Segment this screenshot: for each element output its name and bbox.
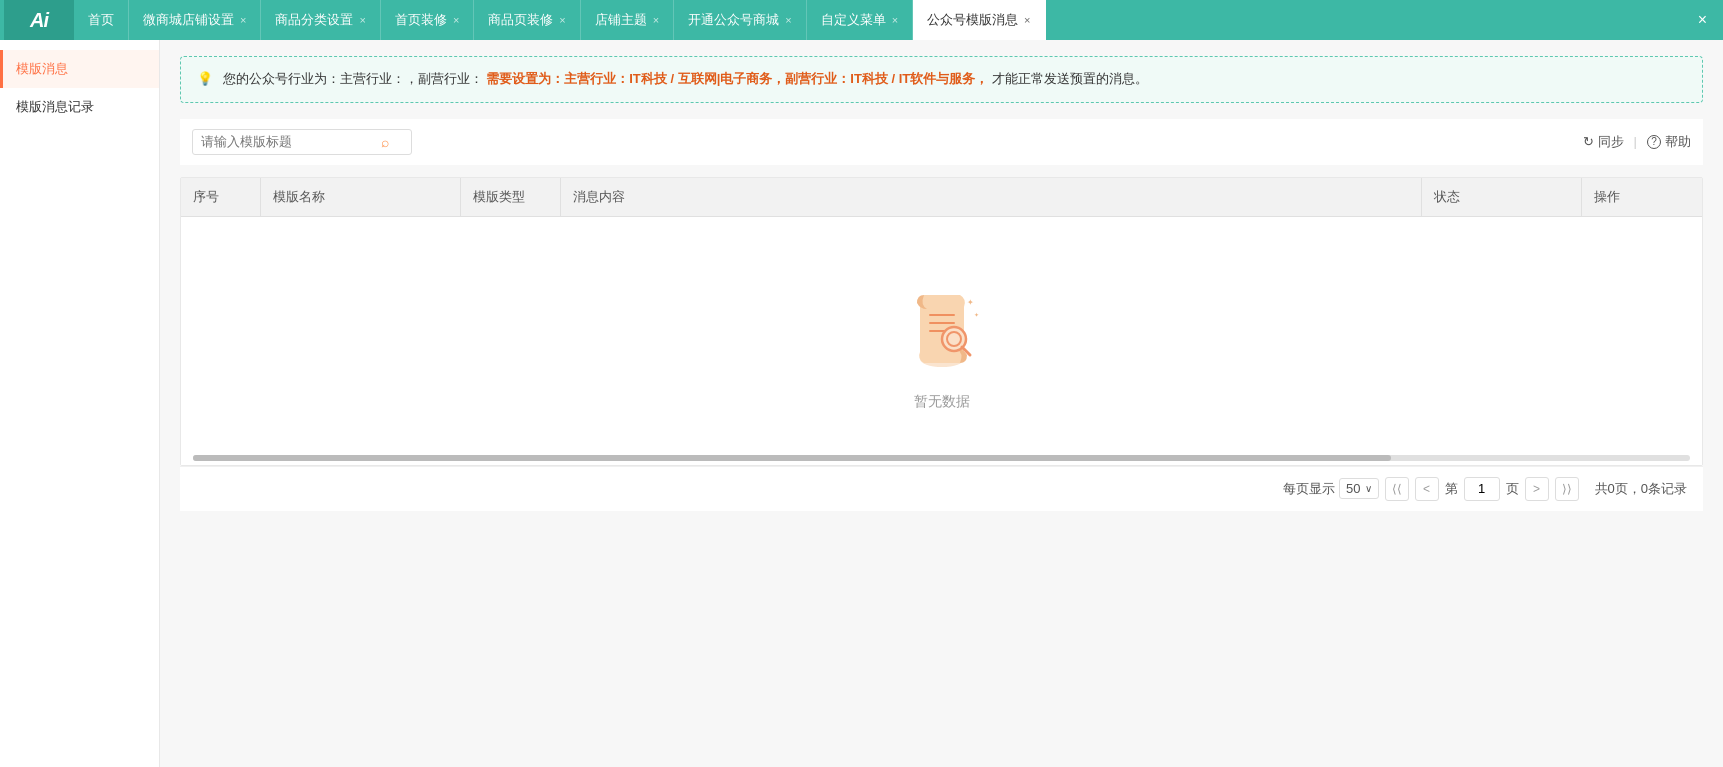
top-nav-bar: Ai 首页微商城店铺设置 ×商品分类设置 ×首页装修 ×商品页装修 ×店铺主题 … (0, 0, 1723, 40)
nav-tab-close-template-msg[interactable]: × (1024, 14, 1030, 26)
toolbar-right: ↻ 同步 | ? 帮助 (1583, 133, 1691, 151)
nav-tab-custom-menu[interactable]: 自定义菜单 × (807, 0, 913, 40)
search-input[interactable] (201, 134, 381, 149)
nav-tabs: 首页微商城店铺设置 ×商品分类设置 ×首页装修 ×商品页装修 ×店铺主题 ×开通… (74, 0, 1686, 40)
page-size-dropdown[interactable]: 50 ∨ (1339, 478, 1378, 499)
table-header-content: 消息内容 (561, 178, 1422, 216)
empty-state-text: 暂无数据 (914, 393, 970, 411)
next-page-button[interactable]: > (1525, 477, 1549, 501)
nav-tab-close-product-decor[interactable]: × (559, 14, 565, 26)
empty-illustration: ✦ ✦ (892, 277, 992, 377)
page-size-label: 每页显示 (1283, 480, 1335, 498)
svg-text:✦: ✦ (974, 312, 979, 318)
page-suffix-label: 页 (1506, 480, 1519, 498)
nav-tab-close-custom-menu[interactable]: × (892, 14, 898, 26)
nav-tab-home-decor[interactable]: 首页装修 × (381, 0, 474, 40)
data-table: 序号模版名称模版类型消息内容状态操作 (180, 177, 1703, 466)
nav-tab-template-msg[interactable]: 公众号模版消息 × (913, 0, 1045, 40)
nav-tab-close-home-decor[interactable]: × (453, 14, 459, 26)
nav-tab-home[interactable]: 首页 (74, 0, 129, 40)
sync-button[interactable]: ↻ 同步 (1583, 133, 1624, 151)
scrollbar-thumb[interactable] (193, 455, 1391, 461)
page-size-select: 每页显示 50 ∨ (1283, 478, 1378, 499)
total-records-label: 共0页，0条记录 (1595, 480, 1687, 498)
first-page-button[interactable]: ⟨⟨ (1385, 477, 1409, 501)
app-logo: Ai (4, 0, 74, 40)
table-header-seq: 序号 (181, 178, 261, 216)
svg-text:✦: ✦ (967, 298, 974, 307)
nav-tab-open-mall[interactable]: 开通公众号商城 × (674, 0, 806, 40)
last-page-button[interactable]: ⟩⟩ (1555, 477, 1579, 501)
notice-highlight-text: 需要设置为：主营行业：IT科技 / 互联网|电子商务，副营行业：IT科技 / I… (486, 71, 988, 86)
nav-tab-close-open-mall[interactable]: × (785, 14, 791, 26)
search-toolbar-row: ⌕ ↻ 同步 | ? 帮助 (180, 119, 1703, 165)
horizontal-scrollbar[interactable] (181, 451, 1702, 465)
main-layout: 模版消息模版消息记录 💡 您的公众号行业为：主营行业：，副营行业： 需要设置为：… (0, 40, 1723, 767)
sync-icon: ↻ (1583, 134, 1594, 149)
sync-label: 同步 (1598, 133, 1624, 151)
content-area: 💡 您的公众号行业为：主营行业：，副营行业： 需要设置为：主营行业：IT科技 /… (160, 40, 1723, 767)
page-number-input[interactable] (1464, 477, 1500, 501)
nav-tab-category-settings[interactable]: 商品分类设置 × (261, 0, 380, 40)
table-header-name: 模版名称 (261, 178, 461, 216)
nav-tab-close-shop-settings[interactable]: × (240, 14, 246, 26)
sidebar: 模版消息模版消息记录 (0, 40, 160, 767)
sidebar-item-template-msg[interactable]: 模版消息 (0, 50, 159, 88)
toolbar-divider: | (1634, 134, 1637, 149)
help-button[interactable]: ? 帮助 (1647, 133, 1691, 151)
nav-tab-shop-theme[interactable]: 店铺主题 × (581, 0, 674, 40)
notice-prefix-text: 您的公众号行业为：主营行业：，副营行业： (223, 71, 483, 86)
prev-page-button[interactable]: < (1415, 477, 1439, 501)
page-size-value: 50 (1346, 481, 1360, 496)
table-header-action: 操作 (1582, 178, 1702, 216)
global-close-button[interactable]: × (1686, 11, 1719, 29)
search-input-wrap[interactable]: ⌕ (192, 129, 412, 155)
notice-icon: 💡 (197, 71, 213, 86)
search-icon[interactable]: ⌕ (381, 134, 389, 150)
pagination-row: 每页显示 50 ∨ ⟨⟨ < 第 页 > ⟩⟩ 共0页，0条记录 (180, 466, 1703, 511)
notice-suffix-text: 才能正常发送预置的消息。 (992, 71, 1148, 86)
nav-tab-shop-settings[interactable]: 微商城店铺设置 × (129, 0, 261, 40)
help-label: 帮助 (1665, 133, 1691, 151)
nav-tab-product-decor[interactable]: 商品页装修 × (474, 0, 580, 40)
table-header-status: 状态 (1422, 178, 1582, 216)
dropdown-icon: ∨ (1365, 483, 1372, 494)
page-prefix-label: 第 (1445, 480, 1458, 498)
scrollbar-track[interactable] (193, 455, 1690, 461)
help-icon: ? (1647, 135, 1661, 149)
sidebar-item-template-record[interactable]: 模版消息记录 (0, 88, 159, 126)
empty-state: ✦ ✦ 暂无数据 (181, 217, 1702, 451)
table-header-type: 模版类型 (461, 178, 561, 216)
nav-tab-close-category-settings[interactable]: × (359, 14, 365, 26)
table-header: 序号模版名称模版类型消息内容状态操作 (181, 178, 1702, 217)
notice-banner: 💡 您的公众号行业为：主营行业：，副营行业： 需要设置为：主营行业：IT科技 /… (180, 56, 1703, 103)
nav-tab-close-shop-theme[interactable]: × (653, 14, 659, 26)
